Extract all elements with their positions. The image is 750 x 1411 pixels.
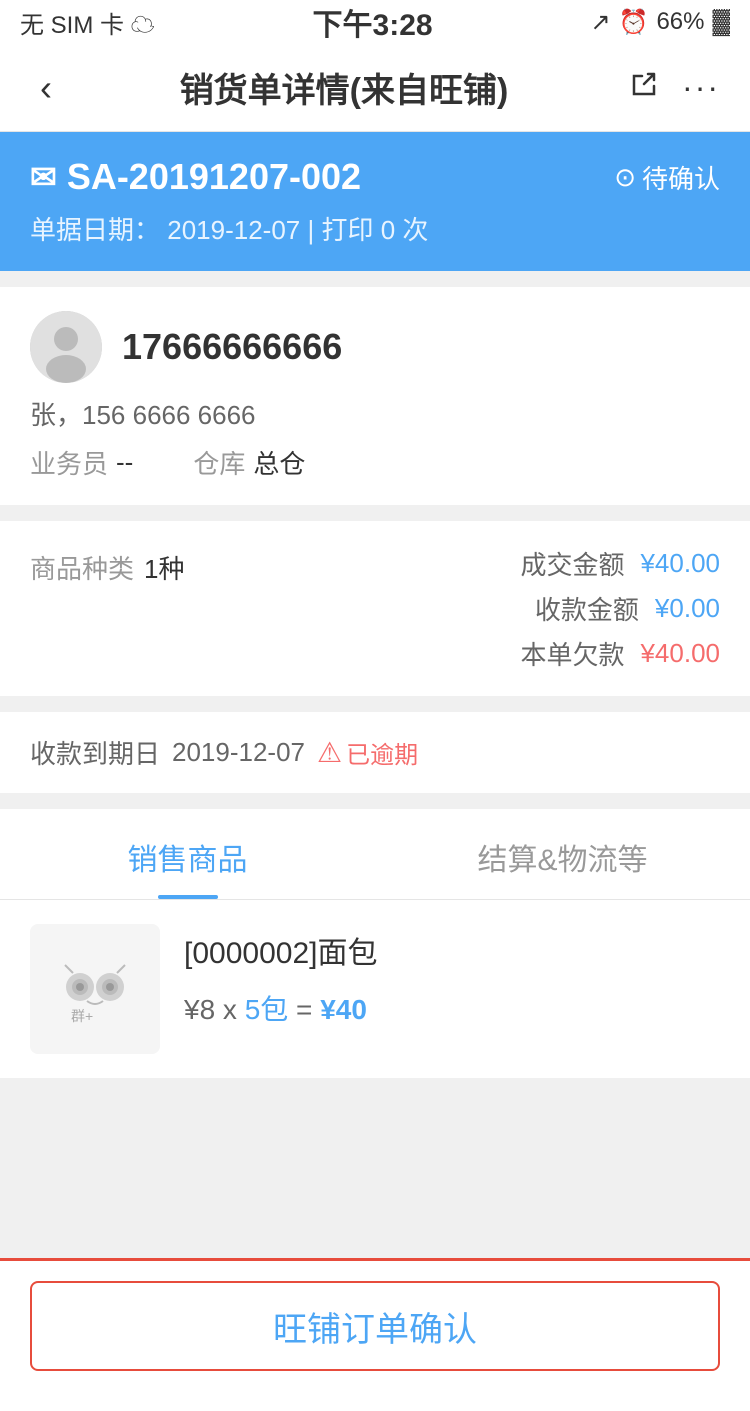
tab-settlement-logistics[interactable]: 结算&物流等 [375,809,750,899]
battery-level: 66% [656,8,704,36]
product-price: ¥8 x 5包 = ¥40 [184,988,720,1028]
nav-actions: ··· [626,66,720,110]
confirm-order-button[interactable]: 旺铺订单确认 [30,1281,720,1371]
tabs-section: 销售商品 结算&物流等 群+ [0,809,750,1078]
content-spacer [0,1078,750,1258]
order-header-card: ✉ SA-20191207-002 ⊙ 待确认 单据日期： 2019-12-07… [0,132,750,271]
clock-icon: ⊙ [614,162,636,193]
deal-amount-row: 成交金额 ¥40.00 [520,545,720,582]
customer-details: 业务员 -- 仓库 总仓 [30,444,720,481]
due-date-section: 收款到期日 2019-12-07 ⚠ 已逾期 [0,712,750,793]
customer-section: 17666666666 张，156 6666 6666 业务员 -- 仓库 总仓 [0,287,750,505]
product-type-stat: 商品种类 1种 [30,545,344,586]
status-bar: 无 SIM 卡 ☁ 下午3:28 ↗ ⏰ 66% ▓ [0,0,750,44]
svg-text:群+: 群+ [71,1008,93,1024]
status-right: ↗ ⏰ 66% ▓ [590,8,730,37]
customer-phone: 17666666666 [122,326,342,368]
warehouse-detail: 仓库 总仓 [193,444,305,481]
receipt-amount-row: 收款金额 ¥0.00 [535,590,720,627]
order-header-top: ✉ SA-20191207-002 ⊙ 待确认 [30,156,720,198]
overdue-badge: ⚠ 已逾期 [317,735,418,770]
salesperson-detail: 业务员 -- [30,444,133,481]
order-meta: 单据日期： 2019-12-07 | 打印 0 次 [30,210,720,247]
battery-icon: ▓ [712,8,730,36]
product-section: 群+ [0000002]面包 ¥8 x 5包 = ¥40 [0,900,750,1078]
avatar [30,311,102,383]
status-left: 无 SIM 卡 ☁ [20,5,155,40]
location-icon: ↗ [590,8,610,37]
customer-info: 17666666666 [122,326,342,368]
tabs-row: 销售商品 结算&物流等 [0,809,750,900]
status-time: 下午3:28 [313,0,433,44]
order-id: ✉ SA-20191207-002 [30,156,361,198]
main-content: ✉ SA-20191207-002 ⊙ 待确认 单据日期： 2019-12-07… [0,132,750,1411]
page-title: 销货单详情(来自旺铺) [180,63,509,112]
order-icon: ✉ [30,158,57,196]
bottom-button-area: 旺铺订单确认 [0,1258,750,1411]
tab-sales-products[interactable]: 销售商品 [0,809,375,899]
nav-bar: ‹ 销货单详情(来自旺铺) ··· [0,44,750,132]
due-label: 收款到期日 [30,734,160,771]
back-button[interactable]: ‹ [30,57,62,119]
customer-name-phone: 张，156 6666 6666 [30,395,720,432]
due-date: 2019-12-07 [172,737,305,768]
more-icon[interactable]: ··· [682,69,720,106]
warning-icon: ⚠ [317,736,342,769]
alarm-icon: ⏰ [619,8,649,37]
sim-status: 无 SIM 卡 ☁ [20,5,155,40]
arrears-row: 本单欠款 ¥40.00 [520,635,720,672]
product-name: [0000002]面包 [184,928,720,972]
product-thumbnail: 群+ [30,924,160,1054]
order-status-badge: ⊙ 待确认 [614,159,720,196]
amount-stats: 成交金额 ¥40.00 收款金额 ¥0.00 本单欠款 ¥40.00 [344,545,720,672]
stats-section: 商品种类 1种 成交金额 ¥40.00 收款金额 ¥0.00 本单欠款 ¥40.… [0,521,750,696]
share-icon[interactable] [626,66,662,110]
customer-row: 17666666666 [30,311,720,383]
product-info: [0000002]面包 ¥8 x 5包 = ¥40 [184,924,720,1028]
